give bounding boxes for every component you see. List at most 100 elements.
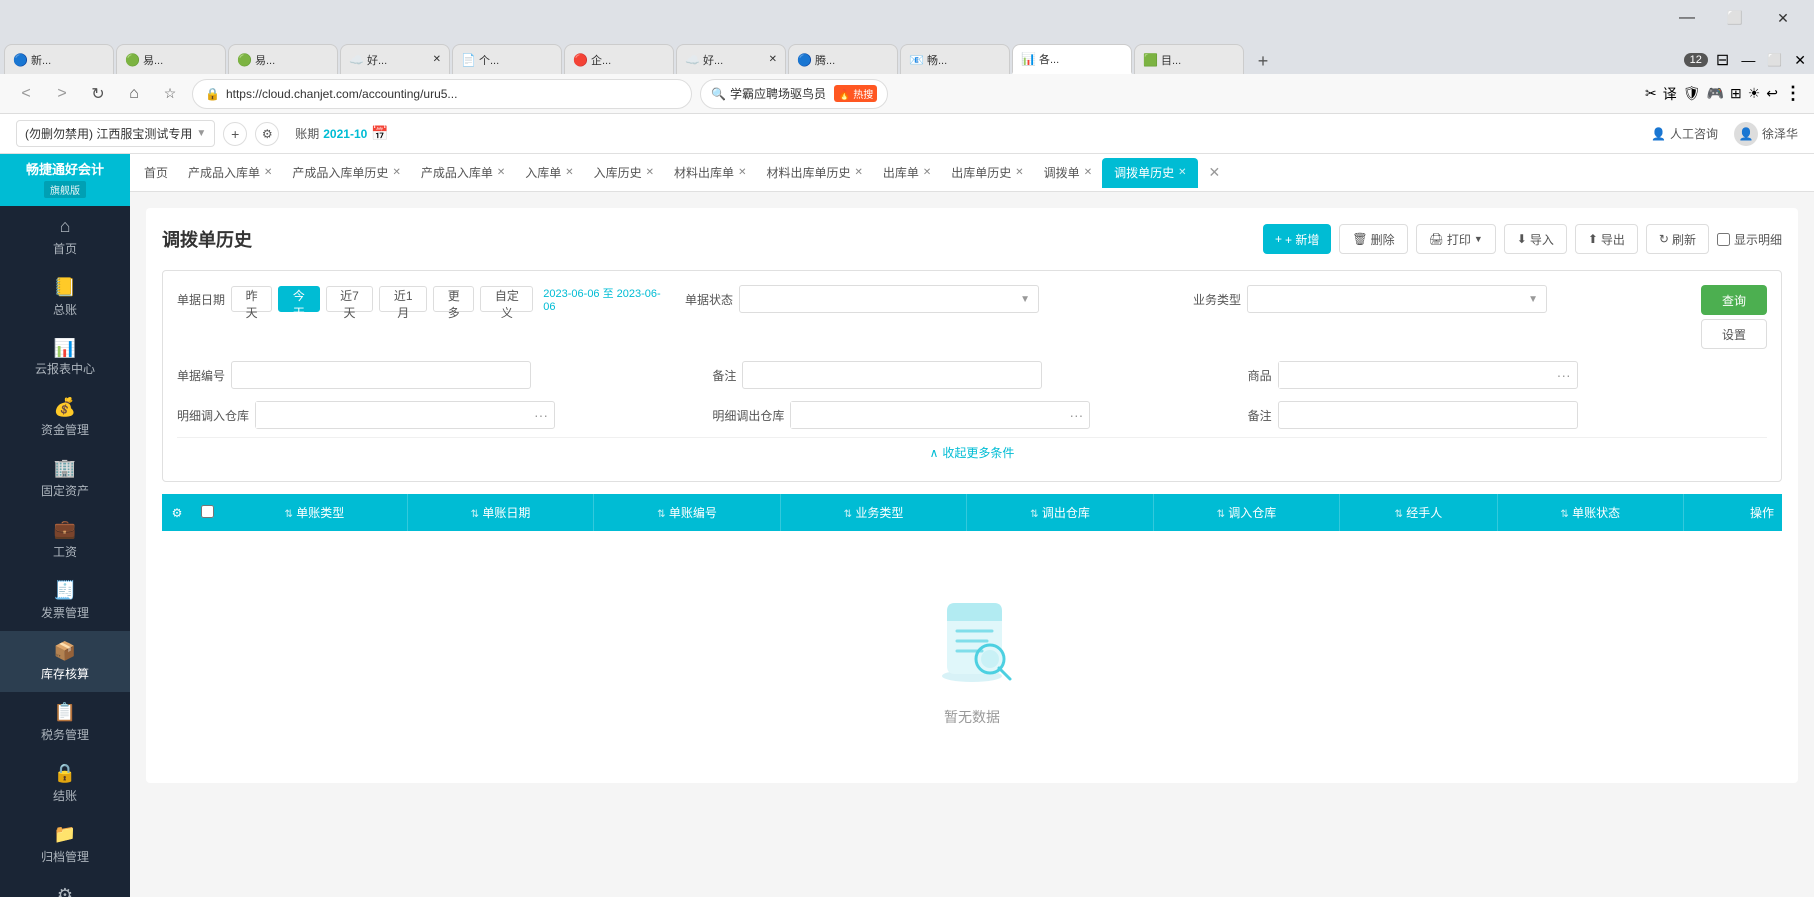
address-input[interactable] [226, 87, 679, 101]
calendar-icon[interactable]: 📅 [371, 125, 388, 142]
sidebar-item-reports[interactable]: 📊 云报表中心 [0, 328, 130, 388]
page-tab-outbound[interactable]: 出库单 ✕ [873, 158, 941, 188]
tab-close-icon[interactable]: ✕ [565, 167, 573, 178]
in-warehouse-dots-btn[interactable]: ··· [528, 407, 554, 423]
detail-out-warehouse-input[interactable] [791, 402, 1063, 428]
forward-button[interactable]: > [48, 80, 76, 108]
close-button[interactable]: ✕ [1760, 0, 1806, 36]
doc-number-column-header[interactable]: ⇅ 单账编号 [594, 494, 780, 531]
translate-button[interactable]: 译 [1663, 84, 1677, 104]
tab-close-icon[interactable]: ✕ [433, 54, 441, 65]
page-tab-inbound-history[interactable]: 入库历史 ✕ [584, 158, 664, 188]
minimize-button[interactable]: — [1664, 0, 1710, 36]
checkbox-column-header[interactable] [192, 494, 222, 531]
browser-tab[interactable]: 🟩 目... [1134, 44, 1244, 74]
page-tab-transfer-history[interactable]: 调拨单历史 ✕ [1102, 158, 1198, 188]
sidebar-item-capital[interactable]: 💰 资金管理 [0, 387, 130, 448]
company-selector[interactable]: (勿删勿禁用) 江西服宝测试专用 ▼ [16, 120, 215, 147]
browser-tab[interactable]: 🔵 腾... [788, 44, 898, 74]
page-tab-material-outbound-history[interactable]: 材料出库单历史 ✕ [756, 158, 872, 188]
new-button[interactable]: + + 新增 [1263, 224, 1331, 254]
doc-number-input[interactable] [231, 361, 531, 389]
export-button[interactable]: ⬆ 导出 [1575, 224, 1638, 254]
page-tab-outbound-history[interactable]: 出库单历史 ✕ [941, 158, 1033, 188]
sidebar-item-tax[interactable]: 📋 税务管理 [0, 692, 130, 753]
page-tab-transfer[interactable]: 调拨单 ✕ [1034, 158, 1102, 188]
browser-tab[interactable]: ☁️ 好... ✕ [676, 44, 786, 74]
add-company-button[interactable]: + [223, 122, 247, 146]
in-warehouse-column-header[interactable]: ⇅ 调入仓库 [1153, 494, 1339, 531]
new-tab-button[interactable]: + [1250, 48, 1276, 74]
date-month-btn[interactable]: 近1月 [379, 286, 427, 312]
business-type-select[interactable]: ▼ [1247, 285, 1547, 313]
period-value[interactable]: 2021-10 [323, 127, 367, 141]
display-toggle-checkbox[interactable] [1717, 233, 1730, 246]
settings-company-button[interactable]: ⚙ [255, 122, 279, 146]
browser-tab[interactable]: 🔵 新... [4, 44, 114, 74]
grid-button[interactable]: ⊞ [1730, 85, 1742, 102]
tab-close-icon[interactable]: ✕ [769, 54, 777, 65]
goods-input[interactable] [1279, 362, 1551, 388]
settings-filter-button[interactable]: 设置 [1701, 319, 1767, 349]
undo-button[interactable]: ↩ [1766, 85, 1778, 102]
page-tab-product-inbound2[interactable]: 产成品入库单 ✕ [411, 158, 515, 188]
tab-close-icon[interactable]: ✕ [392, 167, 400, 178]
sidebar-item-invoice[interactable]: 🧾 发票管理 [0, 570, 130, 631]
tab-close-icon[interactable]: ✕ [854, 167, 862, 178]
extension2-button[interactable]: 🎮 [1707, 85, 1724, 102]
detail-in-warehouse-input[interactable] [256, 402, 528, 428]
browser-tab-active[interactable]: 📊 各... [1012, 44, 1132, 74]
sidebar-item-inventory[interactable]: 📦 库存核算 [0, 631, 130, 692]
browser-tab[interactable]: 📄 个... [452, 44, 562, 74]
page-tab-inbound[interactable]: 入库单 ✕ [515, 158, 583, 188]
collapse-more-button[interactable]: ∧ 收起更多条件 [177, 437, 1767, 467]
browser-minimize-button[interactable]: — [1737, 52, 1759, 68]
sidebar-item-ledger[interactable]: 📒 总账 [0, 267, 130, 328]
date-yesterday-btn[interactable]: 昨天 [231, 286, 272, 312]
date-week-btn[interactable]: 近7天 [326, 286, 374, 312]
doc-date-column-header[interactable]: ⇅ 单账日期 [407, 494, 593, 531]
browser-menu-dots[interactable]: ⋮ [1784, 83, 1802, 104]
business-type-column-header[interactable]: ⇅ 业务类型 [780, 494, 966, 531]
remark2-input[interactable] [1278, 401, 1578, 429]
tab-close-icon[interactable]: ✕ [264, 167, 272, 178]
home-browser-button[interactable]: ⌂ [120, 80, 148, 108]
sidebar-item-home[interactable]: ⌂ 首页 [0, 206, 130, 267]
browser-tab[interactable]: 🔴 企... [564, 44, 674, 74]
consultant-button[interactable]: 👤 人工咨询 [1651, 125, 1718, 142]
maximize-button[interactable]: ⬜ [1712, 0, 1758, 36]
close-all-tabs-button[interactable]: ✕ [1202, 164, 1226, 181]
settings-column-header[interactable]: ⚙ [162, 494, 192, 531]
user-info[interactable]: 👤 徐泽华 [1734, 122, 1798, 146]
sidebar-item-fixed-assets[interactable]: 🏢 固定资产 [0, 448, 130, 509]
import-button[interactable]: ⬇ 导入 [1504, 224, 1567, 254]
star-button[interactable]: ☆ [156, 80, 184, 108]
tab-close-icon[interactable]: ✕ [646, 167, 654, 178]
sidebar-item-basic[interactable]: ⚙ 基础设置 [0, 875, 130, 897]
date-today-btn[interactable]: 今天 [278, 286, 319, 312]
browser-close-button[interactable]: ✕ [1790, 52, 1810, 69]
refresh-browser-button[interactable]: ↻ [84, 80, 112, 108]
status-select[interactable]: ▼ [739, 285, 1039, 313]
browser-tab[interactable]: 📧 畅... [900, 44, 1010, 74]
page-tab-home[interactable]: 首页 [134, 158, 178, 188]
date-more-btn[interactable]: 更多 [433, 286, 474, 312]
tab-close-icon[interactable]: ✕ [923, 167, 931, 178]
scissors-button[interactable]: ✂ [1645, 85, 1657, 102]
out-warehouse-column-header[interactable]: ⇅ 调出仓库 [967, 494, 1153, 531]
tab-close-icon[interactable]: ✕ [497, 167, 505, 178]
handler-column-header[interactable]: ⇅ 经手人 [1340, 494, 1497, 531]
tab-close-icon[interactable]: ✕ [1084, 167, 1092, 178]
sidebar-logo[interactable]: 畅捷通好会计 旗舰版 [0, 154, 130, 206]
browser-tab[interactable]: 🟢 易... [228, 44, 338, 74]
tab-close-icon[interactable]: ✕ [1178, 167, 1186, 178]
browser-tab[interactable]: 🟢 易... [116, 44, 226, 74]
print-button[interactable]: 🖨 打印 ▼ [1416, 224, 1496, 254]
page-tab-material-outbound[interactable]: 材料出库单 ✕ [664, 158, 756, 188]
browser-restore-button[interactable]: ⬜ [1763, 53, 1786, 67]
select-all-checkbox[interactable] [201, 505, 214, 518]
tab-close-icon[interactable]: ✕ [1015, 167, 1023, 178]
query-button[interactable]: 查询 [1701, 285, 1767, 315]
remark-input[interactable] [742, 361, 1042, 389]
sidebar-item-wages[interactable]: 💼 工资 [0, 509, 130, 570]
